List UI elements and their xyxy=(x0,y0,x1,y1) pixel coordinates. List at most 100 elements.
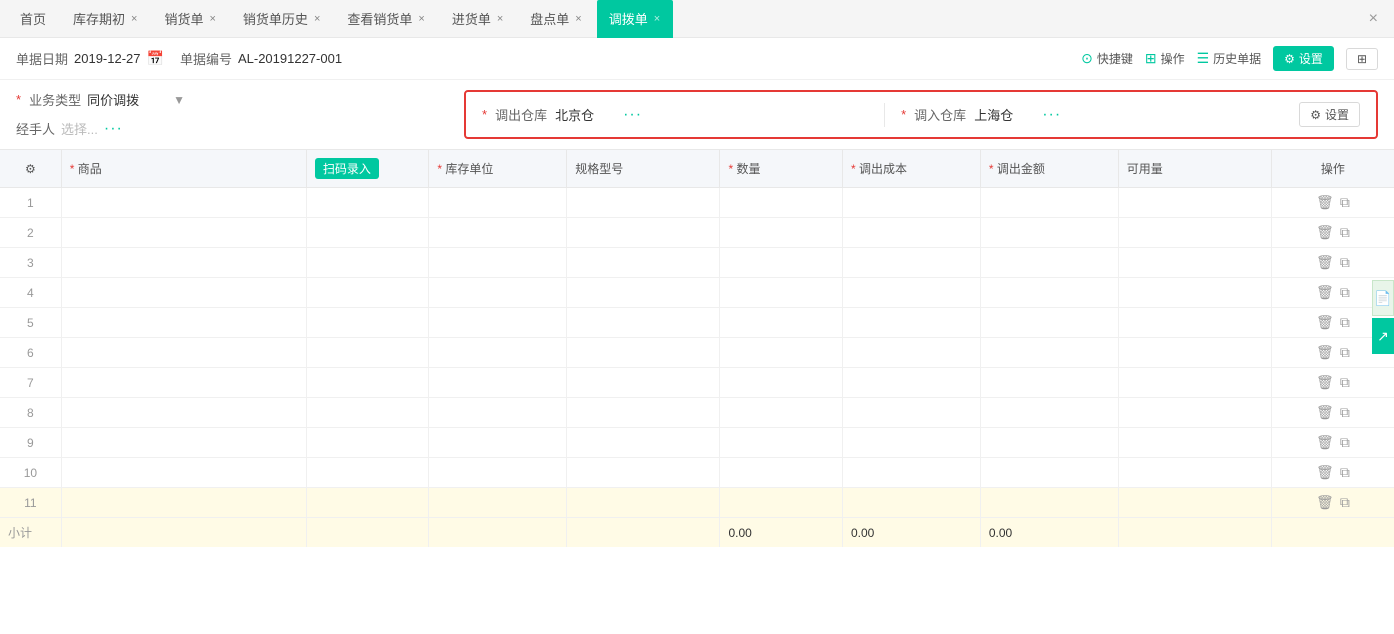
tab-opening[interactable]: 库存期初 × xyxy=(61,0,150,38)
cell-unit[interactable] xyxy=(429,458,567,488)
cell-amount[interactable] xyxy=(980,248,1118,278)
tab-transfer[interactable]: 调拨单 × xyxy=(597,0,673,38)
person-placeholder[interactable]: 选择... xyxy=(61,119,98,138)
delete-icon[interactable]: 🗑 xyxy=(1316,314,1334,331)
global-close-button[interactable]: × xyxy=(1361,10,1386,28)
cell-qty[interactable] xyxy=(720,398,843,428)
cell-cost[interactable] xyxy=(842,458,980,488)
tab-opening-close[interactable]: × xyxy=(131,13,137,25)
copy-icon[interactable]: ⧉ xyxy=(1340,194,1350,211)
cell-cost[interactable] xyxy=(842,308,980,338)
cell-unit[interactable] xyxy=(429,338,567,368)
cell-qty[interactable] xyxy=(720,368,843,398)
delete-icon[interactable]: 🗑 xyxy=(1316,254,1334,271)
float-doc-btn[interactable]: 📄 xyxy=(1372,280,1394,316)
float-expand-btn[interactable]: ↗ xyxy=(1372,318,1394,354)
cell-amount[interactable] xyxy=(980,338,1118,368)
copy-icon[interactable]: ⧉ xyxy=(1340,314,1350,331)
shortcuts-action[interactable]: ⊙ 快捷键 xyxy=(1081,50,1133,67)
cell-spec[interactable] xyxy=(567,218,720,248)
person-more-btn[interactable]: ··· xyxy=(104,120,123,138)
cell-spec[interactable] xyxy=(567,338,720,368)
tab-purchase[interactable]: 进货单 × xyxy=(440,0,516,38)
tab-view-sales-close[interactable]: × xyxy=(418,13,424,25)
cell-unit[interactable] xyxy=(429,188,567,218)
cell-qty[interactable] xyxy=(720,218,843,248)
cell-amount[interactable] xyxy=(980,368,1118,398)
cell-spec[interactable] xyxy=(567,308,720,338)
cell-unit[interactable] xyxy=(429,428,567,458)
tab-purchase-close[interactable]: × xyxy=(497,13,503,25)
cell-cost[interactable] xyxy=(842,218,980,248)
cell-cost[interactable] xyxy=(842,338,980,368)
settings-button[interactable]: ⚙ 设置 xyxy=(1273,46,1334,71)
cell-unit[interactable] xyxy=(429,308,567,338)
delete-icon[interactable]: 🗑 xyxy=(1316,464,1334,481)
tab-inventory-close[interactable]: × xyxy=(575,13,581,25)
tab-home[interactable]: 首页 xyxy=(8,0,59,38)
cell-product[interactable] xyxy=(61,398,306,428)
transfer-out-more-btn[interactable]: ··· xyxy=(623,106,642,124)
cell-unit[interactable] xyxy=(429,248,567,278)
cell-amount[interactable] xyxy=(980,398,1118,428)
tab-view-sales[interactable]: 查看销货单 × xyxy=(335,0,437,38)
cell-qty[interactable] xyxy=(720,428,843,458)
cell-qty[interactable] xyxy=(720,458,843,488)
cell-cost[interactable] xyxy=(842,368,980,398)
cell-product[interactable] xyxy=(61,458,306,488)
tab-sales-history-close[interactable]: × xyxy=(314,13,320,25)
cell-amount[interactable] xyxy=(980,308,1118,338)
cell-qty[interactable] xyxy=(720,248,843,278)
tab-sales[interactable]: 销货单 × xyxy=(152,0,228,38)
history-action[interactable]: ☰ 历史单据 xyxy=(1197,50,1262,67)
calendar-icon[interactable]: 📅 xyxy=(147,50,164,67)
th-settings[interactable]: ⚙ xyxy=(0,150,61,188)
cell-qty[interactable] xyxy=(720,308,843,338)
cell-cost[interactable] xyxy=(842,188,980,218)
cell-spec[interactable] xyxy=(567,368,720,398)
tab-sales-close[interactable]: × xyxy=(209,13,215,25)
operations-action[interactable]: ⊞ 操作 xyxy=(1145,50,1185,67)
cell-unit[interactable] xyxy=(429,398,567,428)
cell-product[interactable] xyxy=(61,248,306,278)
cell-product[interactable] xyxy=(61,368,306,398)
cell-qty[interactable] xyxy=(720,338,843,368)
cell-qty[interactable] xyxy=(720,278,843,308)
grid-view-button[interactable]: ⊞ xyxy=(1346,48,1378,70)
transfer-in-more-btn[interactable]: ··· xyxy=(1042,106,1061,124)
delete-icon[interactable]: 🗑 xyxy=(1316,284,1334,301)
cell-cost[interactable] xyxy=(842,398,980,428)
biz-type-select[interactable]: 同价调拨 ▼ xyxy=(87,90,185,109)
scan-button[interactable]: 扫码录入 xyxy=(315,158,379,179)
cell-product[interactable] xyxy=(61,278,306,308)
cell-spec[interactable] xyxy=(567,278,720,308)
delete-icon[interactable]: 🗑 xyxy=(1316,224,1334,241)
cell-amount[interactable] xyxy=(980,428,1118,458)
cell-qty[interactable] xyxy=(720,188,843,218)
tab-inventory[interactable]: 盘点单 × xyxy=(518,0,594,38)
copy-icon[interactable]: ⧉ xyxy=(1340,374,1350,391)
cell-spec[interactable] xyxy=(567,398,720,428)
delete-icon[interactable]: 🗑 xyxy=(1316,404,1334,421)
copy-icon[interactable]: ⧉ xyxy=(1340,404,1350,421)
cell-amount[interactable] xyxy=(980,218,1118,248)
cell-unit[interactable] xyxy=(429,278,567,308)
delete-icon[interactable]: 🗑 xyxy=(1316,494,1334,511)
copy-icon[interactable]: ⧉ xyxy=(1340,464,1350,481)
cell-cost[interactable] xyxy=(842,248,980,278)
cell-amount[interactable] xyxy=(980,278,1118,308)
cell-product[interactable] xyxy=(61,188,306,218)
cell-spec[interactable] xyxy=(567,248,720,278)
cell-amount[interactable] xyxy=(980,188,1118,218)
warehouse-settings-btn[interactable]: ⚙ 设置 xyxy=(1299,102,1360,127)
delete-icon[interactable]: 🗑 xyxy=(1316,374,1334,391)
cell-amount[interactable] xyxy=(980,458,1118,488)
cell-spec[interactable] xyxy=(567,428,720,458)
biz-type-dropdown-icon[interactable]: ▼ xyxy=(173,93,185,107)
cell-unit[interactable] xyxy=(429,368,567,398)
cell-product[interactable] xyxy=(61,428,306,458)
cell-spec[interactable] xyxy=(567,458,720,488)
tab-sales-history[interactable]: 销货单历史 × xyxy=(231,0,333,38)
copy-icon[interactable]: ⧉ xyxy=(1340,344,1350,361)
copy-icon[interactable]: ⧉ xyxy=(1340,434,1350,451)
